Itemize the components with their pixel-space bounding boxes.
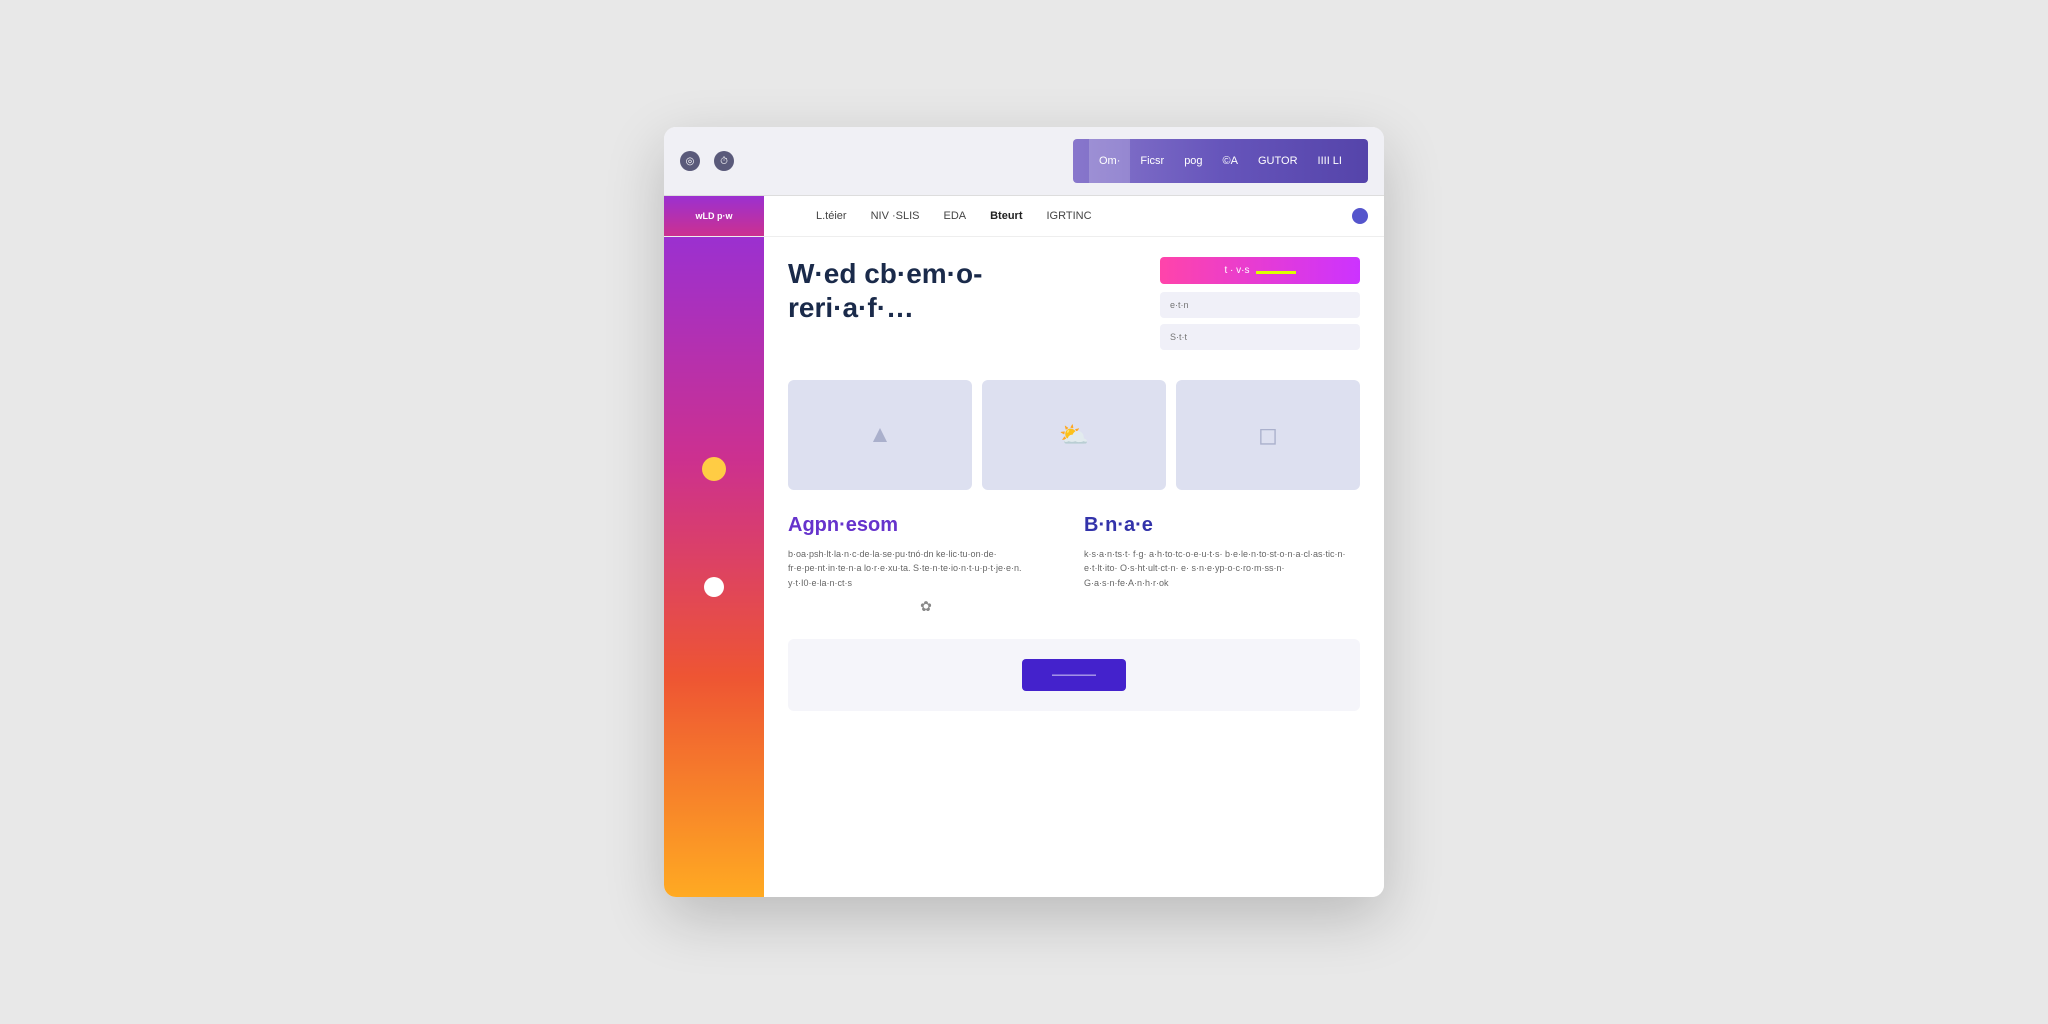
nav-items: Om· Ficsr pog ©A GUTOR IIII LI: [1089, 139, 1352, 183]
feature-desc-2: k·s·a·n·ts·t· f·g· a·h·to·tc·o·e·u·t·s· …: [1084, 547, 1360, 590]
feature-desc-1: b·oa·psh·lt·la·n·c·de·la·se·pu·tnó·dn ke…: [788, 547, 1064, 590]
nav-item-5[interactable]: GUTOR: [1248, 139, 1308, 183]
feature-col-1: Agpn·esom b·oa·psh·lt·la·n·c·de·la·se·pu…: [788, 514, 1064, 615]
sidebar: [664, 237, 764, 897]
nav-item-3[interactable]: pog: [1174, 139, 1212, 183]
hero-section: W·ed cb·em·o- reri·a·f·… t · v·s: [788, 257, 1360, 356]
bottom-cta: ————: [788, 639, 1360, 711]
nav-bar: Om· Ficsr pog ©A GUTOR IIII LI: [1073, 139, 1368, 183]
subnav-item-5[interactable]: IGRTINC: [1035, 196, 1104, 236]
image-card-3: ◻: [1176, 380, 1360, 490]
hero-text: W·ed cb·em·o- reri·a·f·…: [788, 257, 1140, 356]
sidebar-dot-horizon: [704, 577, 724, 597]
content-area: W·ed cb·em·o- reri·a·f·… t · v·s ▲: [764, 237, 1384, 897]
image-icon-1: ▲: [868, 421, 892, 449]
hero-cta-button[interactable]: t · v·s: [1160, 257, 1360, 284]
features-section: Agpn·esom b·oa·psh·lt·la·n·c·de·la·se·pu…: [788, 514, 1360, 615]
sub-nav-items: L.téier NIV ·SLIS EDA Bteurt IGRTINC: [804, 196, 1104, 236]
logo-text: wLD p·w: [696, 211, 733, 221]
browser-icons: ◎ ⏱: [680, 151, 734, 171]
sidebar-dot-sun: [702, 457, 726, 481]
sub-nav: wLD p·w L.téier NIV ·SLIS EDA Bteurt IGR…: [664, 196, 1384, 237]
hero-button-label: t · v·s: [1225, 265, 1250, 276]
hero-title: W·ed cb·em·o- reri·a·f·…: [788, 257, 1140, 324]
hero-input-2[interactable]: [1160, 324, 1360, 350]
image-card-2: ⛅: [982, 380, 1166, 490]
browser-icon-1[interactable]: ◎: [680, 151, 700, 171]
bottom-cta-button[interactable]: ————: [1022, 659, 1126, 691]
hero-title-line2: reri·a·f·…: [788, 291, 1140, 325]
nav-item-6[interactable]: IIII LI: [1308, 139, 1352, 183]
hero-title-line1: W·ed cb·em·o-: [788, 257, 1140, 291]
sub-nav-dot: [1352, 208, 1368, 224]
browser-window: ◎ ⏱ Om· Ficsr pog ©A GUTOR IIII LI wLD p…: [664, 127, 1384, 897]
nav-item-4[interactable]: ©A: [1213, 139, 1248, 183]
nav-item-1[interactable]: Om·: [1089, 139, 1130, 183]
main-content: W·ed cb·em·o- reri·a·f·… t · v·s ▲: [664, 237, 1384, 897]
subnav-item-2[interactable]: NIV ·SLIS: [859, 196, 932, 236]
nav-item-2[interactable]: Ficsr: [1130, 139, 1174, 183]
feature-col-2: B·n·a·e k·s·a·n·ts·t· f·g· a·h·to·tc·o·e…: [1084, 514, 1360, 615]
feature-title-2: B·n·a·e: [1084, 514, 1360, 537]
feature-title-1: Agpn·esom: [788, 514, 1064, 537]
hero-input-1[interactable]: [1160, 292, 1360, 318]
browser-topbar: ◎ ⏱ Om· Ficsr pog ©A GUTOR IIII LI: [664, 127, 1384, 196]
feature-icon-1: ✿: [788, 598, 1064, 615]
image-card-1: ▲: [788, 380, 972, 490]
image-icon-3: ◻: [1258, 421, 1278, 450]
image-icon-2: ⛅: [1059, 421, 1089, 450]
subnav-item-4[interactable]: Bteurt: [978, 196, 1034, 236]
hero-form: t · v·s: [1160, 257, 1360, 356]
browser-icon-2[interactable]: ⏱: [714, 151, 734, 171]
subnav-item-1[interactable]: L.téier: [804, 196, 859, 236]
subnav-item-3[interactable]: EDA: [931, 196, 978, 236]
image-grid: ▲ ⛅ ◻: [788, 380, 1360, 490]
